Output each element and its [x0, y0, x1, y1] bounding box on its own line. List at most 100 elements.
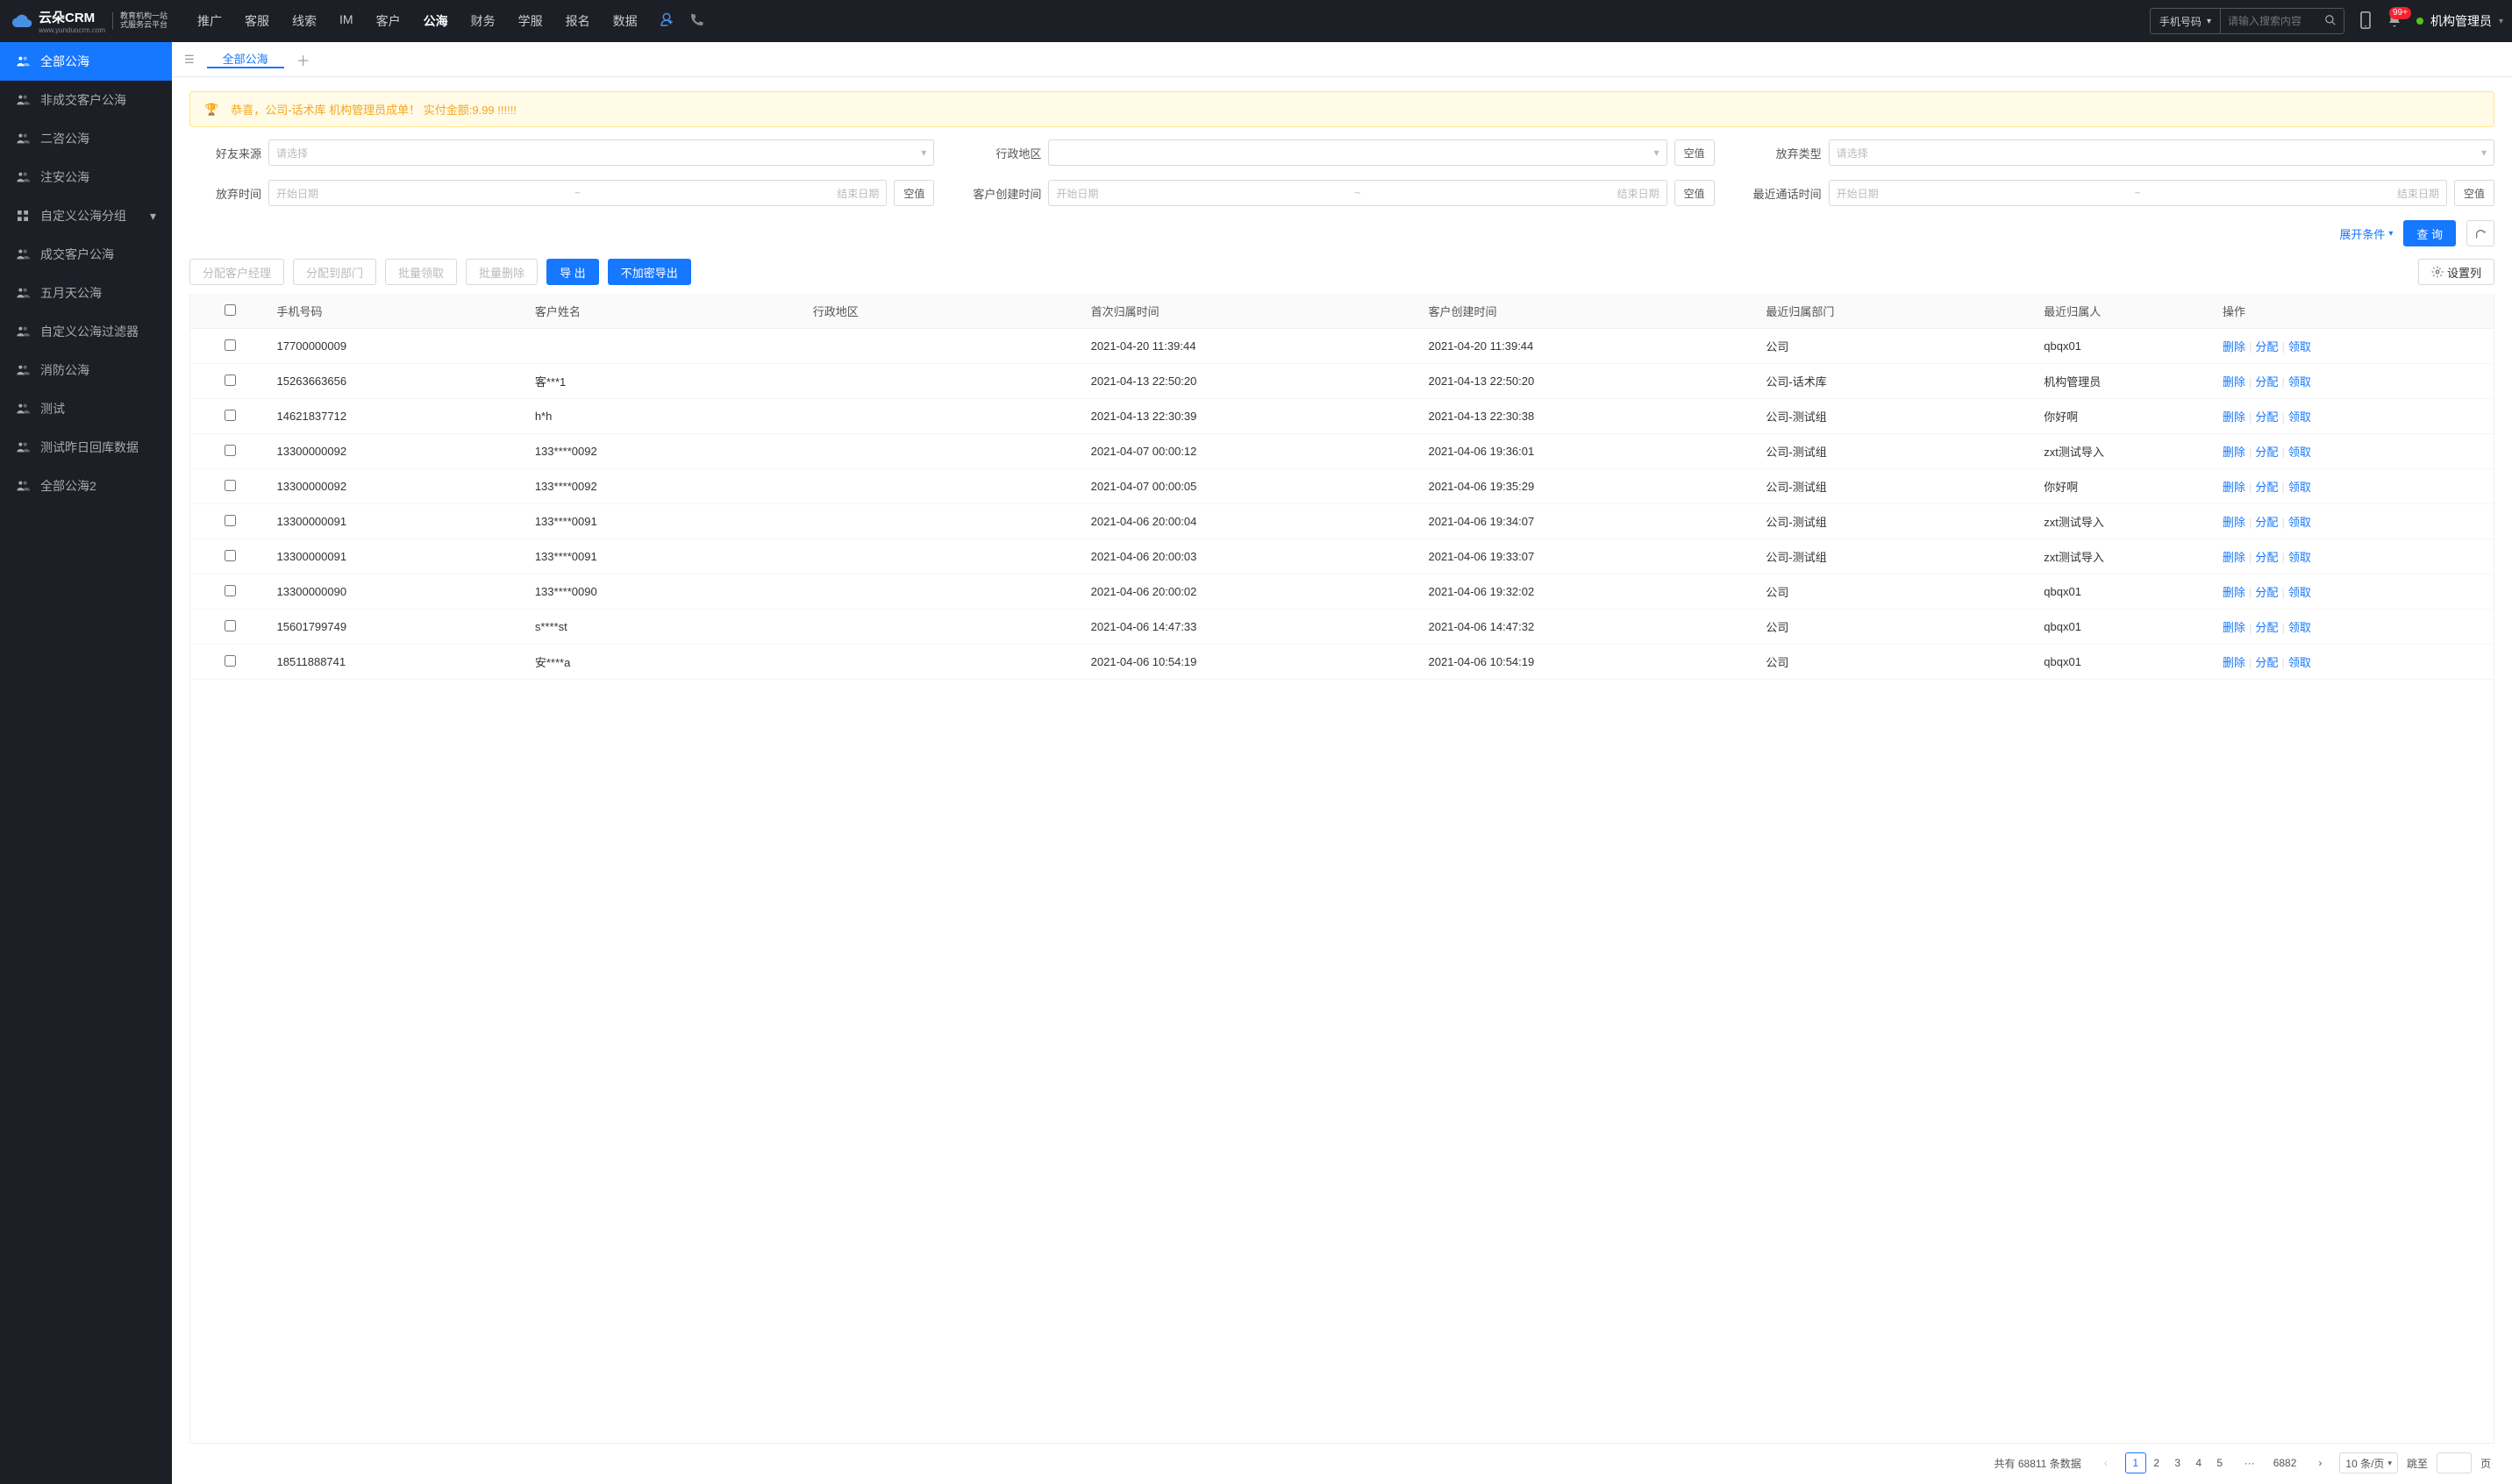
- row-claim-link[interactable]: 领取: [2288, 481, 2311, 494]
- page-size-select[interactable]: 10 条/页▾: [2339, 1452, 2398, 1473]
- row-claim-link[interactable]: 领取: [2288, 340, 2311, 353]
- row-claim-link[interactable]: 领取: [2288, 586, 2311, 599]
- sidebar-item[interactable]: 全部公海: [0, 42, 172, 81]
- pager-page-button[interactable]: 1: [2125, 1452, 2146, 1473]
- pager-next-button[interactable]: ›: [2309, 1452, 2330, 1473]
- last-call-range[interactable]: 开始日期~结束日期: [1829, 180, 2447, 206]
- row-assign-link[interactable]: 分配: [2255, 375, 2278, 389]
- row-checkbox[interactable]: [225, 655, 236, 667]
- row-delete-link[interactable]: 删除: [2223, 446, 2245, 459]
- sidebar-item[interactable]: 自定义公海分组▾: [0, 196, 172, 235]
- pager-last-button[interactable]: 6882: [2269, 1452, 2301, 1473]
- user-menu[interactable]: 机构管理员 ▾: [2416, 12, 2503, 30]
- row-assign-link[interactable]: 分配: [2255, 446, 2278, 459]
- row-delete-link[interactable]: 删除: [2223, 516, 2245, 529]
- search-type-select[interactable]: 手机号码▾: [2151, 9, 2221, 33]
- row-claim-link[interactable]: 领取: [2288, 551, 2311, 564]
- phone-icon[interactable]: [689, 12, 704, 31]
- batch-claim-button[interactable]: 批量领取: [385, 259, 457, 285]
- top-nav-item[interactable]: 线索: [289, 7, 320, 35]
- row-assign-link[interactable]: 分配: [2255, 340, 2278, 353]
- row-checkbox[interactable]: [225, 410, 236, 421]
- refresh-button[interactable]: [2466, 220, 2494, 246]
- region-null-button[interactable]: 空值: [1674, 139, 1715, 166]
- pager-prev-button[interactable]: ‹: [2095, 1452, 2116, 1473]
- row-assign-link[interactable]: 分配: [2255, 656, 2278, 669]
- row-delete-link[interactable]: 删除: [2223, 410, 2245, 424]
- row-claim-link[interactable]: 领取: [2288, 516, 2311, 529]
- tab[interactable]: 全部公海: [207, 50, 284, 68]
- pager-page-button[interactable]: 5: [2209, 1452, 2230, 1473]
- row-checkbox[interactable]: [225, 375, 236, 386]
- pager-page-button[interactable]: 3: [2167, 1452, 2188, 1473]
- mobile-icon[interactable]: [2359, 11, 2373, 32]
- create-time-range[interactable]: 开始日期~结束日期: [1048, 180, 1666, 206]
- user-add-icon[interactable]: [659, 12, 674, 31]
- row-checkbox[interactable]: [225, 480, 236, 491]
- sidebar-item[interactable]: 测试: [0, 389, 172, 428]
- assign-manager-button[interactable]: 分配客户经理: [189, 259, 284, 285]
- row-assign-link[interactable]: 分配: [2255, 621, 2278, 634]
- pager-page-button[interactable]: 2: [2146, 1452, 2167, 1473]
- row-checkbox[interactable]: [225, 445, 236, 456]
- batch-delete-button[interactable]: 批量删除: [466, 259, 538, 285]
- row-delete-link[interactable]: 删除: [2223, 656, 2245, 669]
- row-delete-link[interactable]: 删除: [2223, 340, 2245, 353]
- row-assign-link[interactable]: 分配: [2255, 410, 2278, 424]
- row-delete-link[interactable]: 删除: [2223, 551, 2245, 564]
- last-call-null-button[interactable]: 空值: [2454, 180, 2494, 206]
- jump-page-input[interactable]: [2437, 1452, 2472, 1473]
- row-claim-link[interactable]: 领取: [2288, 375, 2311, 389]
- expand-filters-button[interactable]: 展开条件▾: [2339, 225, 2393, 242]
- top-nav-item[interactable]: 报名: [562, 7, 594, 35]
- logo[interactable]: 云朵CRM www.yunduocrm.com 教育机构一站式服务云平台: [9, 8, 168, 34]
- sidebar-item[interactable]: 成交客户公海: [0, 235, 172, 274]
- top-nav-item[interactable]: 客户: [373, 7, 404, 35]
- sidebar-item[interactable]: 测试昨日回库数据: [0, 428, 172, 467]
- top-nav-item[interactable]: 财务: [467, 7, 499, 35]
- row-claim-link[interactable]: 领取: [2288, 656, 2311, 669]
- search-icon[interactable]: [2317, 14, 2344, 29]
- row-delete-link[interactable]: 删除: [2223, 481, 2245, 494]
- query-button[interactable]: 查 询: [2403, 220, 2456, 246]
- tab-add-button[interactable]: ＋: [284, 49, 323, 70]
- row-assign-link[interactable]: 分配: [2255, 586, 2278, 599]
- notification-icon[interactable]: 99+: [2387, 12, 2402, 31]
- assign-dept-button[interactable]: 分配到部门: [293, 259, 376, 285]
- sidebar-item[interactable]: 自定义公海过滤器: [0, 312, 172, 351]
- top-nav-item[interactable]: IM: [336, 7, 357, 35]
- sidebar-item[interactable]: 二咨公海: [0, 119, 172, 158]
- row-claim-link[interactable]: 领取: [2288, 621, 2311, 634]
- abandon-type-select[interactable]: 请选择▾: [1829, 139, 2494, 166]
- top-nav-item[interactable]: 客服: [241, 7, 273, 35]
- row-claim-link[interactable]: 领取: [2288, 446, 2311, 459]
- export-button[interactable]: 导 出: [546, 259, 599, 285]
- sidebar-item[interactable]: 五月天公海: [0, 274, 172, 312]
- set-columns-button[interactable]: 设置列: [2418, 259, 2494, 285]
- abandon-time-range[interactable]: 开始日期~结束日期: [268, 180, 887, 206]
- top-nav-item[interactable]: 推广: [194, 7, 225, 35]
- sidebar-item[interactable]: 非成交客户公海: [0, 81, 172, 119]
- row-assign-link[interactable]: 分配: [2255, 516, 2278, 529]
- row-assign-link[interactable]: 分配: [2255, 551, 2278, 564]
- row-delete-link[interactable]: 删除: [2223, 586, 2245, 599]
- row-checkbox[interactable]: [225, 585, 236, 596]
- row-checkbox[interactable]: [225, 620, 236, 631]
- top-nav-item[interactable]: 数据: [610, 7, 641, 35]
- tabs-list-icon[interactable]: ☰: [172, 53, 207, 67]
- row-checkbox[interactable]: [225, 339, 236, 351]
- pager-ellipsis[interactable]: ···: [2239, 1452, 2260, 1473]
- pager-page-button[interactable]: 4: [2188, 1452, 2209, 1473]
- create-time-null-button[interactable]: 空值: [1674, 180, 1715, 206]
- friend-source-select[interactable]: 请选择▾: [268, 139, 934, 166]
- row-checkbox[interactable]: [225, 550, 236, 561]
- export-plain-button[interactable]: 不加密导出: [608, 259, 691, 285]
- search-input[interactable]: [2221, 15, 2317, 27]
- top-nav-item[interactable]: 学服: [515, 7, 546, 35]
- row-delete-link[interactable]: 删除: [2223, 621, 2245, 634]
- select-all-checkbox[interactable]: [225, 304, 236, 316]
- sidebar-item[interactable]: 消防公海: [0, 351, 172, 389]
- top-nav-item[interactable]: 公海: [420, 7, 452, 35]
- row-checkbox[interactable]: [225, 515, 236, 526]
- region-select[interactable]: ▾: [1048, 139, 1666, 166]
